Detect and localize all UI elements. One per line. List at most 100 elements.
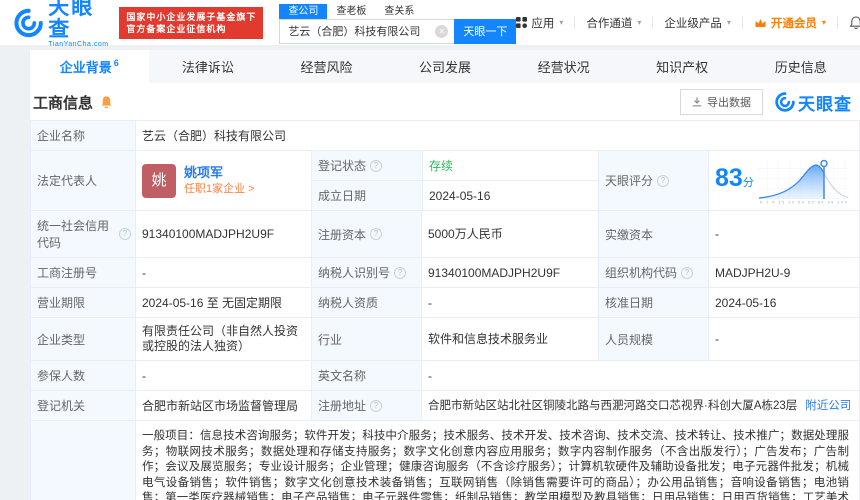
biz-term-value: 2024-05-16 至 无固定期限 [135, 288, 311, 317]
legal-rep-link[interactable]: 姚项军 [184, 165, 255, 180]
score-axis-ticks: 0 1 5 15 30 50 65 80 99 100 [760, 200, 848, 204]
section-title: 工商信息 [33, 94, 94, 112]
tianyancha-watermark-text: 天眼查 [798, 94, 852, 114]
top-header: 天眼查 TianYanCha.com 国家中小企业发展子基金旗下 官方备案企业征… [0, 0, 860, 48]
clear-icon[interactable]: ✕ [435, 24, 449, 38]
field-label: 核准日期 [605, 296, 654, 310]
tab-intellectual-property[interactable]: 知识产权 [623, 50, 742, 83]
company-name-value: 艺云（合肥）科技有限公司 [135, 121, 859, 150]
field-label: 纳税人识别号 [318, 266, 391, 280]
chevron-down-icon: ▾ [726, 18, 731, 27]
score-distribution-chart: 0 1 5 15 30 50 65 80 99 100 [757, 159, 849, 204]
field-label: 组织机构代码 [605, 266, 678, 280]
table-row: 企业类型 有限责任公司（非自然人投资或控股的法人独资） 行业 软件和信息技术服务… [31, 317, 859, 360]
nearby-companies-link[interactable]: 附近公司 [805, 399, 851, 413]
help-icon[interactable]: ? [370, 159, 383, 172]
brand-name: 天眼查 [48, 0, 95, 41]
help-icon[interactable]: ? [657, 174, 670, 187]
table-row: 营业期限 2024-05-16 至 无固定期限 纳税人资质 - 核准日期 202… [31, 287, 859, 317]
english-name-value: - [421, 361, 859, 390]
tab-history-info[interactable]: 历史信息 [741, 50, 860, 83]
table-row: 法定代表人 姚 姚项军 任职1家企业 > 登记状态? 存续 成立日期 2024-… [31, 150, 859, 210]
gov-badge-line1: 国家中小企业发展子基金旗下 [126, 11, 257, 22]
reg-capital-value: 5000万人民币 [421, 211, 598, 257]
menu-vip-label: 开通会员 [770, 17, 817, 30]
tab-count-badge: 6 [113, 57, 119, 68]
menu-enterprise-products[interactable]: 企业级产品 ▾ [664, 15, 731, 31]
table-row: 参保人数 - 英文名称 - [31, 360, 859, 390]
est-date-value: 2024-05-16 [422, 181, 599, 210]
menu-apps[interactable]: 应用 ▾ [516, 15, 563, 31]
insured-value: - [135, 361, 311, 390]
brand-domain: TianYanCha.com [48, 41, 109, 48]
company-type-value: 有限责任公司（非自然人投资或控股的法人独资） [135, 318, 311, 360]
help-icon[interactable]: ? [119, 228, 131, 240]
field-label: 成立日期 [318, 189, 367, 203]
business-scope-value: 一般项目：信息技术咨询服务；软件开发；科技中介服务；技术服务、技术开发、技术咨询… [135, 421, 859, 500]
bell-icon [849, 16, 860, 30]
taxpayer-id-value: 91340100MADJPH2U9F [421, 258, 598, 287]
search-tab-company[interactable]: 查公司 [279, 3, 328, 19]
reg-number-value: - [135, 258, 311, 287]
legal-rep-companies-link[interactable]: 任职1家企业 > [184, 182, 255, 196]
help-icon[interactable]: ? [370, 228, 383, 240]
help-icon[interactable]: ? [394, 266, 407, 279]
search-input[interactable] [279, 18, 455, 44]
menu-cooperation[interactable]: 合作通道 ▾ [586, 15, 641, 31]
score-value: 83 [715, 164, 743, 192]
help-icon[interactable]: ? [370, 399, 383, 412]
field-label: 行业 [318, 332, 343, 347]
field-label: 人员规模 [605, 332, 654, 347]
business-info-table: 企业名称 艺云（合肥）科技有限公司 法定代表人 姚 姚项军 任职1家企业 > 登… [30, 120, 860, 500]
tab-company-background[interactable]: 企业背景 6 [30, 50, 149, 83]
org-code-value: MADJPH2U-9 [708, 258, 860, 287]
search-tab-relation[interactable]: 查关系 [375, 4, 423, 19]
tab-label: 历史信息 [774, 60, 827, 75]
score-unit: 分 [742, 177, 754, 189]
field-label: 注册地址 [318, 399, 367, 413]
tab-label: 经营状况 [537, 60, 590, 75]
search-button[interactable]: 天眼一下 [454, 18, 517, 44]
search-module: 查公司 查老板 查关系 ✕ 天眼一下 [279, 3, 517, 44]
notification-bell[interactable] [849, 11, 860, 30]
export-data-label: 导出数据 [707, 97, 751, 109]
taxpayer-qual-value: - [421, 288, 598, 317]
field-label: 法定代表人 [37, 174, 98, 188]
paid-capital-value: - [708, 211, 860, 257]
tab-operation-risk[interactable]: 经营风险 [267, 50, 386, 83]
chevron-down-icon: ▾ [637, 18, 642, 27]
tab-label: 公司发展 [419, 60, 472, 75]
chevron-down-icon: ▾ [821, 18, 826, 27]
field-label: 营业期限 [37, 296, 86, 310]
tab-legal-litigation[interactable]: 法律诉讼 [149, 50, 268, 83]
tab-company-development[interactable]: 公司发展 [386, 50, 505, 83]
download-icon [692, 97, 702, 107]
export-data-button[interactable]: 导出数据 [680, 89, 763, 115]
tab-operation-status[interactable]: 经营状况 [504, 50, 623, 83]
industry-value: 软件和信息技术服务业 [421, 318, 598, 360]
gov-badge: 国家中小企业发展子基金旗下 官方备案企业征信机构 [119, 6, 264, 39]
field-label: 登记状态 [318, 159, 367, 173]
search-tab-boss[interactable]: 查老板 [327, 4, 375, 19]
field-label: 实缴资本 [605, 227, 654, 242]
crown-icon [755, 18, 766, 27]
table-row: 统一社会信用代码? 91340100MADJPH2U9F 注册资本? 5000万… [31, 210, 859, 257]
tab-label: 知识产权 [656, 60, 709, 75]
tab-label: 经营风险 [300, 60, 353, 75]
menu-vip[interactable]: 开通会员 ▾ [754, 15, 826, 31]
menu-cooperation-label: 合作通道 [586, 17, 633, 30]
tianyancha-logo[interactable]: 天眼查 TianYanCha.com [14, 0, 111, 48]
help-icon[interactable]: ? [681, 266, 694, 279]
field-label: 企业名称 [37, 129, 86, 143]
field-label: 企业类型 [37, 332, 86, 347]
tianyancha-logo-icon [14, 8, 43, 37]
reg-address-value: 合肥市新站区站北社区铜陵北路与西淝河路交口芯视界·科创大厦A栋23层 [428, 399, 798, 412]
approval-date-value: 2024-05-16 [708, 288, 860, 317]
tab-label: 企业背景 [59, 60, 112, 75]
tianyan-score-cell[interactable]: 83 分 0 1 5 15 30 50 65 80 99 100 [708, 151, 860, 210]
search-tabs: 查公司 查老板 查关系 [279, 3, 516, 19]
alert-bell-icon[interactable] [100, 95, 113, 109]
gov-badge-line2: 官方备案企业征信机构 [126, 23, 227, 34]
avatar[interactable]: 姚 [142, 163, 176, 198]
tab-label: 法律诉讼 [181, 60, 234, 75]
